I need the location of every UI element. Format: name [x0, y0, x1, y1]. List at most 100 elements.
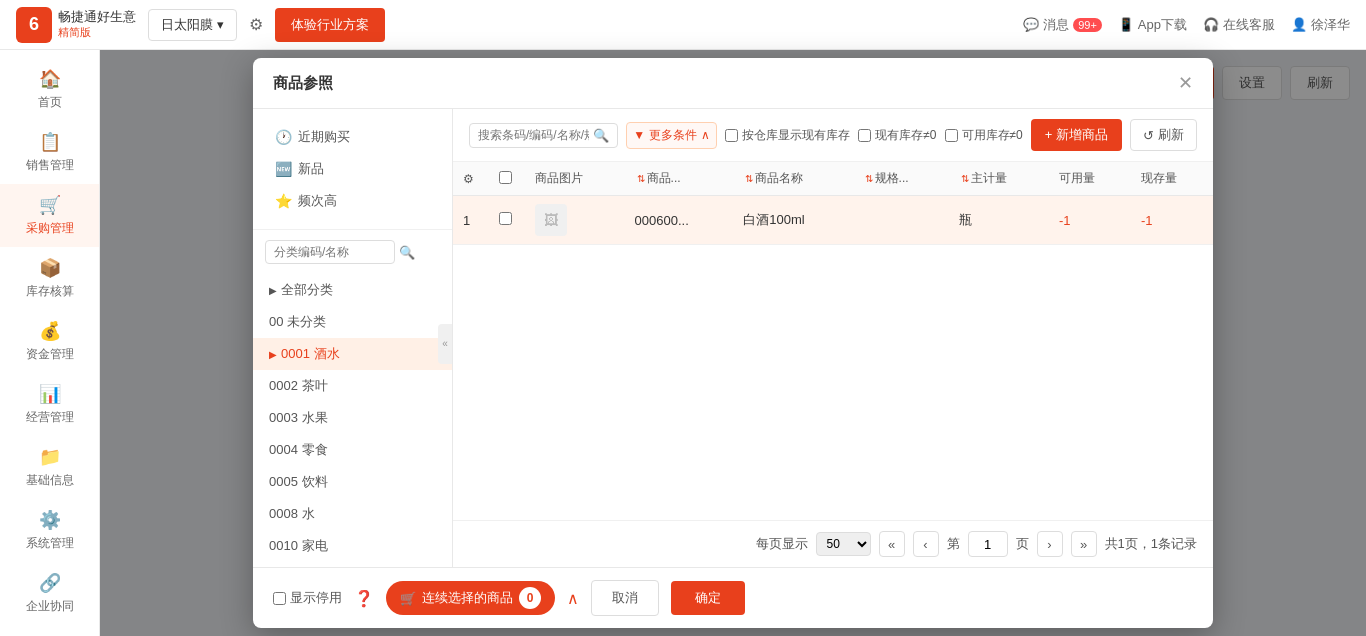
modal-close-button[interactable]: ✕ [1178, 72, 1193, 94]
logo-area: 6 畅捷通好生意 精简版 [16, 7, 136, 43]
select-all-checkbox[interactable] [499, 171, 512, 184]
modal-footer: 显示停用 ❓ 🛒 连续选择的商品 0 ∧ 取消 确定 [253, 567, 1213, 628]
next-page-icon: › [1047, 537, 1051, 552]
th-checkbox[interactable] [489, 162, 525, 196]
page-size-select[interactable]: 50 10 20 100 [816, 532, 871, 556]
cat-item-0005[interactable]: 0005 饮料 [253, 466, 452, 498]
row-checkbox[interactable] [499, 212, 512, 225]
checkbox-available-not-zero[interactable]: 可用库存≠0 [945, 127, 1023, 144]
cart-info[interactable]: 🛒 连续选择的商品 0 [386, 581, 555, 615]
th-unit[interactable]: ⇅ 主计量 [949, 162, 1049, 196]
next-page-button[interactable]: › [1037, 531, 1063, 557]
last-page-icon: » [1080, 537, 1087, 552]
finance-icon: 💰 [39, 320, 61, 342]
sort-icon: ⇅ [637, 173, 645, 184]
divider [253, 229, 452, 230]
nav-app-download[interactable]: 📱 App下载 [1118, 16, 1187, 34]
cancel-button[interactable]: 取消 [591, 580, 659, 616]
sidebar-item-guide[interactable]: 🚀 新手引导 [0, 625, 99, 636]
image-placeholder-icon: 🖼 [544, 212, 558, 228]
sidebar-item-basic-info[interactable]: 📁 基础信息 [0, 436, 99, 499]
cat-item-0003[interactable]: 0003 水果 [253, 402, 452, 434]
nav-message[interactable]: 💬 消息 99+ [1023, 16, 1102, 34]
category-search-input[interactable] [265, 240, 395, 264]
checkbox-stock-input[interactable] [858, 129, 871, 142]
recent-item-new[interactable]: 🆕 新品 [265, 153, 440, 185]
sort-icon-spec: ⇅ [865, 173, 873, 184]
search-icon[interactable]: 🔍 [399, 245, 415, 260]
nav-dropdown-company[interactable]: 日太阳膜 ▾ [148, 9, 237, 41]
category-list: ▶ 全部分类 00 未分类 ▶ 0001 酒水 [253, 270, 452, 566]
more-conditions-button[interactable]: ▼ 更多条件 ∧ [626, 122, 717, 149]
goods-search-input[interactable] [478, 128, 589, 142]
th-settings[interactable]: ⚙ [453, 162, 489, 196]
sidebar-item-system[interactable]: ⚙️ 系统管理 [0, 499, 99, 562]
help-icon[interactable]: ❓ [354, 589, 374, 608]
sidebar-item-sales[interactable]: 📋 销售管理 [0, 121, 99, 184]
add-goods-button[interactable]: + 新增商品 [1031, 119, 1122, 151]
th-spec[interactable]: ⇅ 规格... [853, 162, 950, 196]
filter-bar: 🔍 ▼ 更多条件 ∧ 按仓库显示现有库存 [453, 109, 1213, 162]
prev-page-button[interactable]: ‹ [913, 531, 939, 557]
cat-item-0008[interactable]: 0008 水 [253, 498, 452, 530]
th-code[interactable]: ⇅ 商品... [625, 162, 734, 196]
first-page-button[interactable]: « [879, 531, 905, 557]
category-search-row: 🔍 [253, 234, 452, 270]
cat-item-uncategorized[interactable]: 00 未分类 [253, 306, 452, 338]
table-row[interactable]: 1 🖼 000600... 白酒100ml [453, 196, 1213, 245]
logo-icon: 6 [16, 7, 52, 43]
filter-icon: ▼ [633, 128, 645, 142]
nav-right: 💬 消息 99+ 📱 App下载 🎧 在线客服 👤 徐泽华 [1023, 16, 1350, 34]
collapse-cart-button[interactable]: ∧ [567, 589, 579, 608]
clock-icon: 🕐 [275, 129, 292, 145]
sidebar-item-purchase[interactable]: 🛒 采购管理 [0, 184, 99, 247]
cat-item-0001[interactable]: ▶ 0001 酒水 [253, 338, 452, 370]
gear-icon[interactable]: ⚙ [249, 15, 263, 34]
cat-item-0010[interactable]: 0010 家电 [253, 530, 452, 562]
td-checkbox[interactable] [489, 196, 525, 245]
checkbox-stock-not-zero[interactable]: 现有库存≠0 [858, 127, 936, 144]
arrow-icon-0001: ▶ [269, 349, 277, 360]
th-name[interactable]: ⇅ 商品名称 [733, 162, 852, 196]
cat-item-all[interactable]: ▶ 全部分类 [253, 274, 452, 306]
sidebar-item-management[interactable]: 📊 经营管理 [0, 373, 99, 436]
action-buttons: + 新增商品 ↺ 刷新 [1031, 119, 1197, 151]
user-icon: 👤 [1291, 17, 1307, 32]
goods-search-wrap: 🔍 [469, 123, 618, 148]
search-submit-icon[interactable]: 🔍 [593, 128, 609, 143]
cat-item-0004[interactable]: 0004 零食 [253, 434, 452, 466]
modal-overlay: 商品参照 ✕ 🕐 近期购买 [100, 50, 1366, 636]
goods-reference-modal: 商品参照 ✕ 🕐 近期购买 [253, 58, 1213, 628]
show-disabled-checkbox[interactable] [273, 592, 286, 605]
th-image: 商品图片 [525, 162, 625, 196]
th-available: 可用量 [1049, 162, 1131, 196]
td-unit: 瓶 [949, 196, 1049, 245]
refresh-button[interactable]: ↺ 刷新 [1130, 119, 1197, 151]
show-disabled-checkbox-label[interactable]: 显示停用 [273, 589, 342, 607]
sidebar-item-inventory[interactable]: 📦 库存核算 [0, 247, 99, 310]
checkbox-show-by-warehouse[interactable]: 按仓库显示现有库存 [725, 127, 850, 144]
recent-item-recent-purchase[interactable]: 🕐 近期购买 [265, 121, 440, 153]
modal-body: 🕐 近期购买 🆕 新品 ⭐ 频次高 [253, 109, 1213, 567]
th-stock: 现存量 [1131, 162, 1213, 196]
sort-icon-unit: ⇅ [961, 173, 969, 184]
nav-online-service[interactable]: 🎧 在线客服 [1203, 16, 1275, 34]
confirm-button[interactable]: 确定 [671, 581, 745, 615]
sidebar-item-finance[interactable]: 💰 资金管理 [0, 310, 99, 373]
sales-icon: 📋 [39, 131, 61, 153]
td-index: 1 [453, 196, 489, 245]
cat-item-0002[interactable]: 0002 茶叶 [253, 370, 452, 402]
checkbox-available-input[interactable] [945, 129, 958, 142]
sidebar-item-enterprise[interactable]: 🔗 企业协同 [0, 562, 99, 625]
sidebar-item-home[interactable]: 🏠 首页 [0, 58, 99, 121]
recent-item-frequent[interactable]: ⭐ 频次高 [265, 185, 440, 217]
exp-industry-button[interactable]: 体验行业方案 [275, 8, 385, 42]
collapse-left-panel-button[interactable]: « [438, 324, 452, 364]
nav-user[interactable]: 👤 徐泽华 [1291, 16, 1350, 34]
footer-left: 显示停用 [273, 589, 342, 607]
last-page-button[interactable]: » [1071, 531, 1097, 557]
goods-image: 🖼 [535, 204, 567, 236]
td-stock: -1 [1131, 196, 1213, 245]
page-number-input[interactable] [968, 531, 1008, 557]
checkbox-warehouse-input[interactable] [725, 129, 738, 142]
